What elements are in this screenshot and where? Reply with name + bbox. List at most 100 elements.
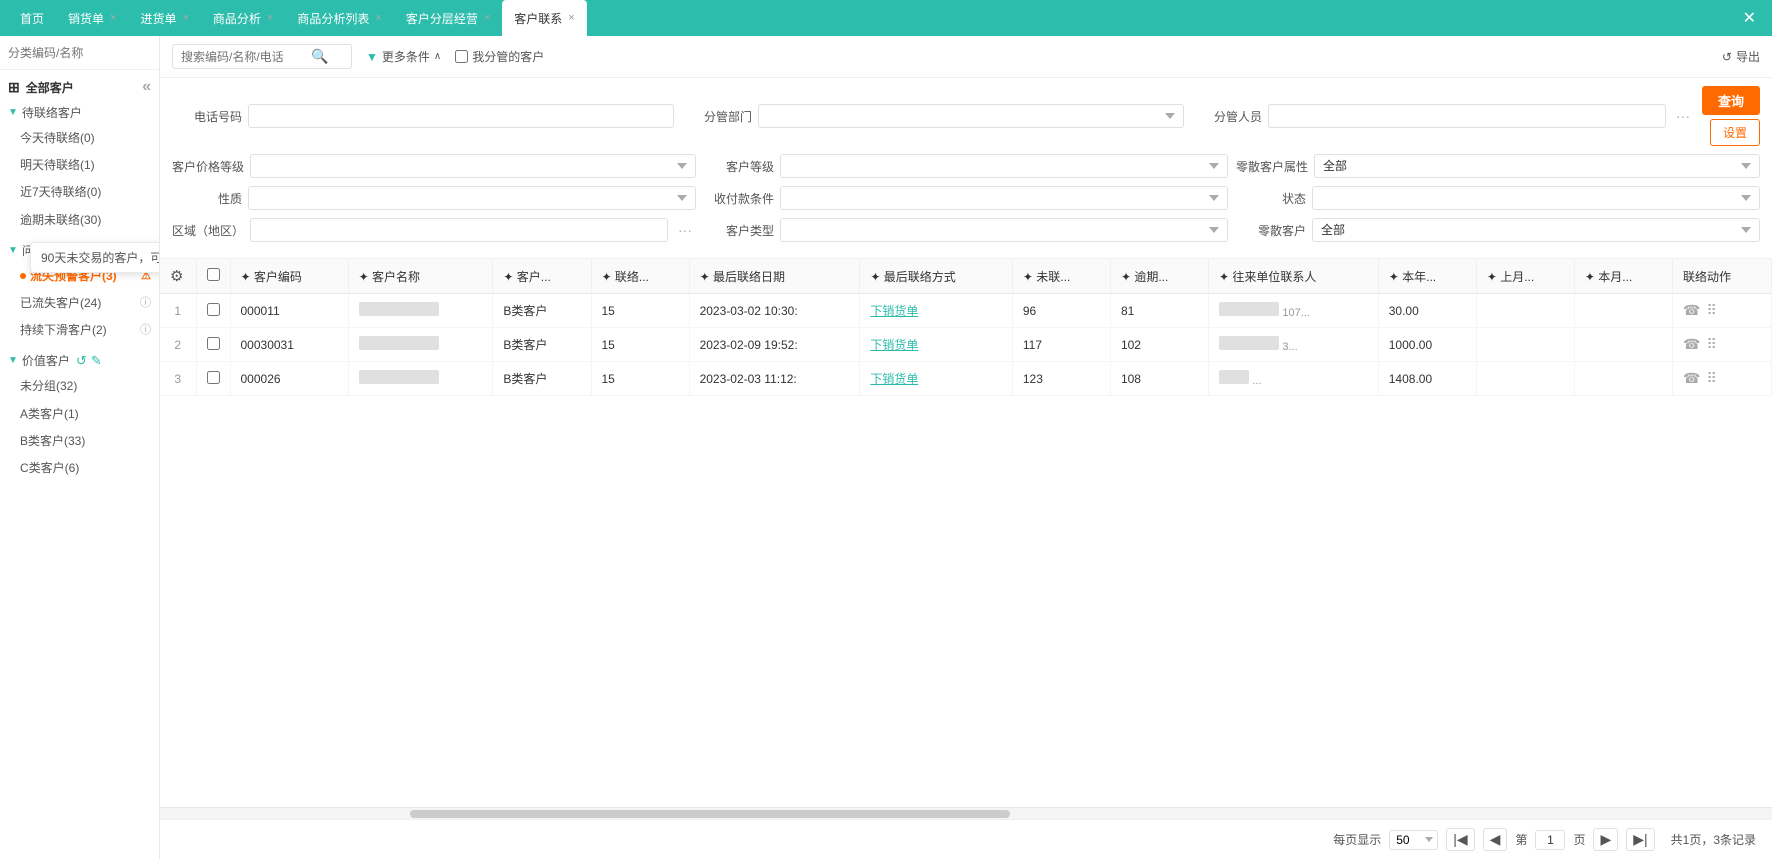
col-this-year-label: ✦ 本年... [1389,270,1436,284]
gear-icon[interactable]: ⚙ [170,268,183,285]
region-dots[interactable]: ··· [674,222,696,238]
sidebar-item-overdue-pending[interactable]: 逾期未联络(30) [0,207,159,234]
sidebar-item-class-b[interactable]: B类客户(33) [0,428,159,455]
region-label: 区域（地区） [172,222,244,239]
sidebar-item-tomorrow-pending[interactable]: 明天待联络(1) [0,152,159,179]
row-1-more-icon[interactable]: ⠿ [1706,302,1716,319]
tab-customer-segments-close[interactable]: × [484,12,490,24]
tab-product-analysis-list[interactable]: 商品分析列表 × [285,0,393,36]
row-1-checkbox[interactable] [207,303,220,316]
tab-product-analysis[interactable]: 商品分析 × [201,0,285,36]
row-1-this-year: 30.00 [1378,294,1476,328]
col-level-label: ✦ 客户... [503,270,550,284]
scroll-thumb[interactable] [410,810,1010,818]
page-unit-label: 页 [1573,831,1585,848]
sidebar-item-class-a[interactable]: A类客户(1) [0,401,159,428]
tab-home[interactable]: 首页 [8,0,56,36]
row-2-method-link[interactable]: 下销货单 [870,338,918,352]
sidebar-item-declining[interactable]: 持续下滑客户(2) ⓘ [0,317,159,344]
row-2-more-icon[interactable]: ⠿ [1706,336,1716,353]
tab-product-analysis-list-close[interactable]: × [375,12,381,24]
col-contacts-label: ✦ 联络... [602,270,649,284]
sidebar-item-class-c[interactable]: C类客户(6) [0,455,159,482]
table-row: 1 000011 B类客户 15 2023-03-02 10:30: 下销货单 [160,294,1772,328]
refresh-icon[interactable]: ↺ [76,353,87,369]
horizontal-scrollbar[interactable] [160,807,1772,819]
dept-select[interactable] [758,104,1184,128]
tab-purchase-order-close[interactable]: × [182,12,188,24]
sidebar-collapse-button[interactable]: « [142,78,151,96]
settings-button[interactable]: 设置 [1710,119,1760,146]
row-1-last-month [1476,294,1574,328]
customer-type-select[interactable] [780,218,1228,242]
payment-select[interactable] [780,186,1228,210]
per-page-select[interactable]: 50 100 200 [1389,830,1438,850]
sidebar-search-input[interactable] [8,46,160,60]
row-1-phone-icon[interactable]: ☎ [1683,302,1700,319]
tab-customer-contact[interactable]: 客户联系 × [502,0,586,36]
tab-customer-segments-label: 客户分层经营 [406,10,478,27]
row-2-checkbox[interactable] [207,337,220,350]
sidebar-group-problem: ▼ 问题客户 流失预警客户(3) ⚠ 90天未交易的客户，可能有流失风险。 已流… [0,238,159,345]
grid-icon: ⊞ [8,79,20,96]
row-3-method-link[interactable]: 下销货单 [870,372,918,386]
my-customers-checkbox[interactable] [455,50,468,63]
row-2-code: 00030031 [230,328,348,362]
manager-input[interactable] [1268,104,1666,128]
tab-product-analysis-close[interactable]: × [267,12,273,24]
sidebar-group-pending-header[interactable]: ▼ 待联络客户 [0,100,159,125]
row-2-phone-icon[interactable]: ☎ [1683,336,1700,353]
page-label: 第 [1515,831,1527,848]
sidebar-item-ungrouped[interactable]: 未分组(32) [0,373,159,400]
row-num-1: 1 [160,294,196,328]
status-select[interactable] [1312,186,1760,210]
tab-sales-order[interactable]: 销货单 × [56,0,128,36]
col-level-header: ✦ 客户... [493,259,591,294]
tab-purchase-order-label: 进货单 [140,10,176,27]
next-page-button[interactable]: ▶ [1593,828,1618,851]
row-3-phone-icon[interactable]: ☎ [1683,370,1700,387]
edit-icon[interactable]: ✎ [91,353,102,369]
sidebar-item-today-pending[interactable]: 今天待联络(0) [0,125,159,152]
my-customers-checkbox-container[interactable]: 我分管的客户 [455,48,544,65]
current-page-display: 1 [1535,830,1565,850]
retail-attr-select[interactable]: 全部 [1314,154,1760,178]
export-button[interactable]: ↺ 导出 [1722,48,1760,65]
sidebar-item-churned[interactable]: 已流失客户(24) ⓘ [0,290,159,317]
row-3-name [348,362,493,396]
prev-page-button[interactable]: ◀ [1483,828,1508,851]
sidebar-group-value-header[interactable]: ▼ 价值客户 ↺ ✎ [0,348,159,373]
col-last-contact-method-label: ✦ 最后联络方式 [870,270,955,284]
region-input[interactable] [250,218,668,242]
first-page-button[interactable]: |◀ [1446,828,1474,851]
price-level-select[interactable] [250,154,696,178]
phone-input[interactable] [248,104,674,128]
col-unit-contact-header: ✦ 往来单位联系人 [1209,259,1379,294]
row-3-last-month [1476,362,1574,396]
manager-dots[interactable]: ··· [1672,108,1694,124]
last-page-button[interactable]: ▶| [1626,828,1654,851]
col-overdue-header: ✦ 逾期... [1110,259,1208,294]
retail-customer-select[interactable]: 全部 [1312,218,1760,242]
row-3-not-contact: 123 [1012,362,1110,396]
row-3-checkbox[interactable] [207,371,220,384]
pagination-bar: 每页显示 50 100 200 |◀ ◀ 第 1 页 ▶ ▶| 共1页，3条记录 [160,819,1772,859]
gender-select[interactable] [248,186,696,210]
select-all-checkbox[interactable] [207,268,220,281]
filter-search-icon[interactable]: 🔍 [311,48,328,65]
sidebar-item-week-pending[interactable]: 近7天待联络(0) [0,179,159,206]
tab-customer-segments[interactable]: 客户分层经营 × [394,0,502,36]
more-conditions-button[interactable]: ▼ 更多条件 ∧ [360,45,447,68]
all-customers-header[interactable]: ⊞ 全部客户 « [0,70,159,100]
tab-purchase-order[interactable]: 进货单 × [128,0,200,36]
row-1-unit-contact: 107... [1209,294,1379,328]
row-1-method-link[interactable]: 下销货单 [870,304,918,318]
customer-level-select[interactable] [780,154,1228,178]
col-code-label: ✦ 客户编码 [241,270,302,284]
tab-sales-order-close[interactable]: × [110,12,116,24]
tab-customer-contact-close[interactable]: × [568,12,574,24]
filter-search-input[interactable] [181,50,311,64]
window-close-button[interactable]: ✕ [1735,8,1764,28]
row-3-more-icon[interactable]: ⠿ [1706,370,1716,387]
query-button[interactable]: 查询 [1702,86,1760,115]
